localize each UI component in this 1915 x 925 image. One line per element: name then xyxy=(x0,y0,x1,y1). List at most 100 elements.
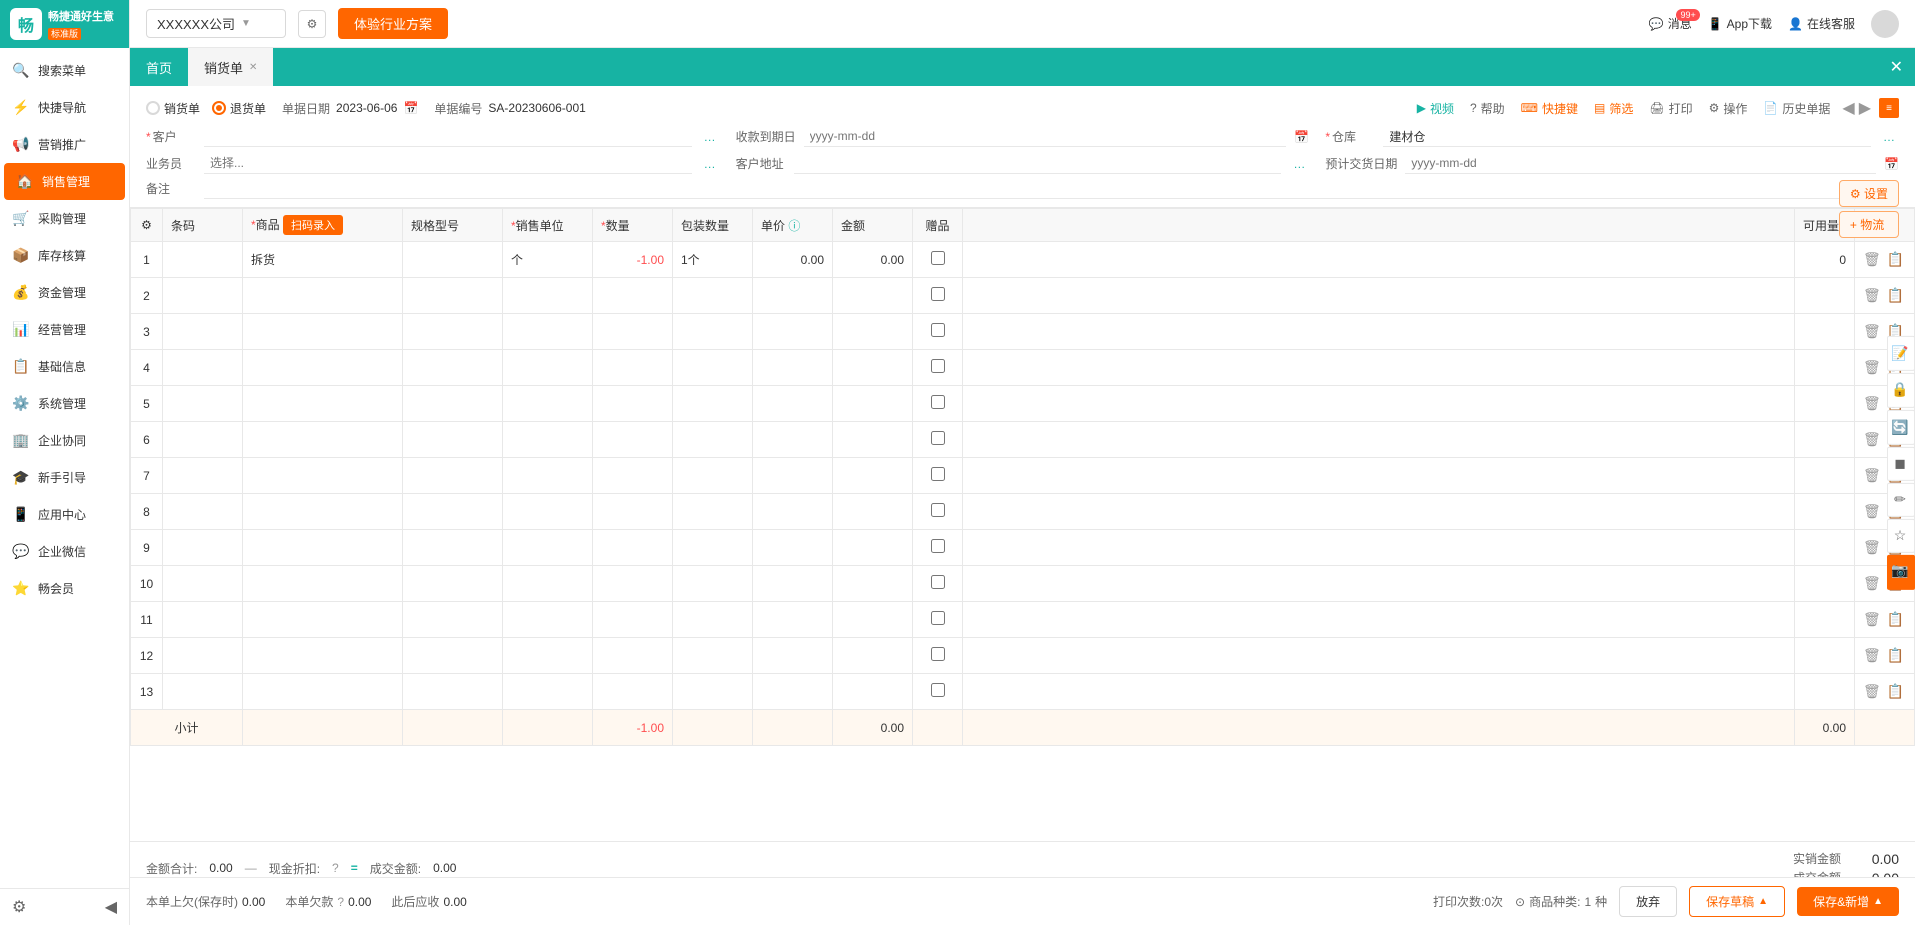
row-amount[interactable] xyxy=(833,494,913,530)
delete-icon[interactable]: 🗑 xyxy=(1863,503,1881,520)
table-settings-icon[interactable]: ⚙ xyxy=(141,218,152,232)
delete-icon[interactable]: 🗑 xyxy=(1863,251,1881,268)
float-lock-btn[interactable]: 🔒 xyxy=(1887,372,1915,407)
row-pack-qty[interactable] xyxy=(673,278,753,314)
row-unit-price[interactable] xyxy=(753,674,833,710)
product-type-btn[interactable]: ⊙ 商品种类: 1 种 xyxy=(1515,893,1607,910)
row-product[interactable] xyxy=(243,386,403,422)
delete-icon[interactable]: 🗑 xyxy=(1863,611,1881,628)
operate-btn[interactable]: ⚙ 操作 xyxy=(1705,100,1752,117)
row-amount[interactable] xyxy=(833,638,913,674)
overdue-help-icon[interactable]: ? xyxy=(337,895,344,909)
copy-icon[interactable]: 📋 xyxy=(1887,611,1904,628)
row-unit[interactable] xyxy=(503,314,593,350)
row-quantity[interactable] xyxy=(593,350,673,386)
row-amount[interactable] xyxy=(833,386,913,422)
row-quantity[interactable] xyxy=(593,638,673,674)
row-amount[interactable] xyxy=(833,278,913,314)
row-barcode[interactable] xyxy=(163,638,243,674)
row-amount[interactable] xyxy=(833,530,913,566)
row-barcode[interactable] xyxy=(163,458,243,494)
row-product[interactable] xyxy=(243,638,403,674)
delete-icon[interactable]: 🗑 xyxy=(1863,287,1881,304)
sidebar-item-marketing[interactable]: 📢 营销推广 xyxy=(0,126,129,163)
delete-icon[interactable]: 🗑 xyxy=(1863,467,1881,484)
sidebar-item-membership[interactable]: ⭐ 畅会员 xyxy=(0,570,129,607)
row-product[interactable] xyxy=(243,350,403,386)
video-btn[interactable]: ▶ 视频 xyxy=(1413,100,1458,117)
app-download-button[interactable]: 📱 App下载 xyxy=(1708,15,1772,32)
row-amount[interactable] xyxy=(833,566,913,602)
row-barcode[interactable] xyxy=(163,314,243,350)
scan-barcode-btn[interactable]: 扫码录入 xyxy=(283,215,343,235)
row-product[interactable] xyxy=(243,278,403,314)
sidebar-item-base-info[interactable]: 📋 基础信息 xyxy=(0,348,129,385)
company-selector[interactable]: XXXXXX公司 ▼ xyxy=(146,9,286,38)
row-spec[interactable] xyxy=(403,458,503,494)
gift-checkbox[interactable] xyxy=(931,287,945,301)
row-spec[interactable] xyxy=(403,314,503,350)
row-pack-qty[interactable] xyxy=(673,566,753,602)
tab-close-icon[interactable]: ✕ xyxy=(249,62,257,73)
sidebar-item-sales[interactable]: 🏠 销售管理 xyxy=(4,163,125,200)
row-pack-qty[interactable] xyxy=(673,638,753,674)
gift-checkbox[interactable] xyxy=(931,539,945,553)
row-quantity[interactable]: -1.00 xyxy=(593,242,673,278)
abandon-button[interactable]: 放弃 xyxy=(1619,886,1677,917)
row-unit[interactable] xyxy=(503,386,593,422)
row-unit[interactable] xyxy=(503,278,593,314)
logistics-button[interactable]: + 物流 xyxy=(1839,211,1899,238)
customer-address-dots-btn[interactable]: … xyxy=(1289,157,1309,171)
copy-icon[interactable]: 📋 xyxy=(1887,287,1904,304)
gift-checkbox[interactable] xyxy=(931,467,945,481)
row-spec[interactable] xyxy=(403,638,503,674)
row-amount[interactable]: 0.00 xyxy=(833,242,913,278)
print-btn[interactable]: 🖨 打印 xyxy=(1645,100,1696,117)
save-new-button[interactable]: 保存&新增 ▲ xyxy=(1797,887,1899,916)
row-product[interactable] xyxy=(243,458,403,494)
save-draft-button[interactable]: 保存草稿 ▲ xyxy=(1689,886,1785,917)
row-amount[interactable] xyxy=(833,458,913,494)
row-unit-price[interactable] xyxy=(753,314,833,350)
payment-due-calendar-icon[interactable]: 📅 xyxy=(1294,130,1309,144)
filter-btn[interactable]: ▤ 筛选 xyxy=(1590,100,1637,117)
online-service-button[interactable]: 👤 在线客服 xyxy=(1788,15,1855,32)
sidebar-item-operations[interactable]: 📊 经营管理 xyxy=(0,311,129,348)
copy-icon[interactable]: 📋 xyxy=(1887,647,1904,664)
row-amount[interactable] xyxy=(833,350,913,386)
row-pack-qty[interactable] xyxy=(673,314,753,350)
row-unit[interactable] xyxy=(503,674,593,710)
help-btn[interactable]: ? 帮助 xyxy=(1466,100,1509,117)
row-pack-qty[interactable] xyxy=(673,602,753,638)
row-unit[interactable] xyxy=(503,494,593,530)
row-quantity[interactable] xyxy=(593,494,673,530)
row-product[interactable] xyxy=(243,566,403,602)
row-quantity[interactable] xyxy=(593,602,673,638)
row-unit-price[interactable] xyxy=(753,350,833,386)
delete-icon[interactable]: 🗑 xyxy=(1863,539,1881,556)
row-unit-price[interactable] xyxy=(753,278,833,314)
float-camera-btn[interactable]: 📷 xyxy=(1887,555,1915,590)
settings-button[interactable]: ⚙ 设置 xyxy=(1839,180,1899,207)
row-unit[interactable] xyxy=(503,566,593,602)
sidebar-item-app-center[interactable]: 📱 应用中心 xyxy=(0,496,129,533)
row-spec[interactable] xyxy=(403,422,503,458)
row-spec[interactable] xyxy=(403,494,503,530)
sidebar-item-finance[interactable]: 💰 资金管理 xyxy=(0,274,129,311)
row-spec[interactable] xyxy=(403,566,503,602)
sidebar-item-beginner[interactable]: 🎓 新手引导 xyxy=(0,459,129,496)
row-quantity[interactable] xyxy=(593,314,673,350)
row-spec[interactable] xyxy=(403,278,503,314)
row-barcode[interactable] xyxy=(163,566,243,602)
float-edit-btn[interactable]: ✏ xyxy=(1887,483,1915,517)
row-product[interactable]: 拆货 xyxy=(243,242,403,278)
row-unit-price[interactable] xyxy=(753,638,833,674)
row-spec[interactable] xyxy=(403,674,503,710)
row-product[interactable] xyxy=(243,602,403,638)
row-unit[interactable] xyxy=(503,602,593,638)
row-unit[interactable]: 个 xyxy=(503,242,593,278)
row-unit-price[interactable] xyxy=(753,494,833,530)
trial-button[interactable]: 体验行业方案 xyxy=(338,8,448,39)
row-product[interactable] xyxy=(243,530,403,566)
sidebar-item-inventory[interactable]: 📦 库存核算 xyxy=(0,237,129,274)
